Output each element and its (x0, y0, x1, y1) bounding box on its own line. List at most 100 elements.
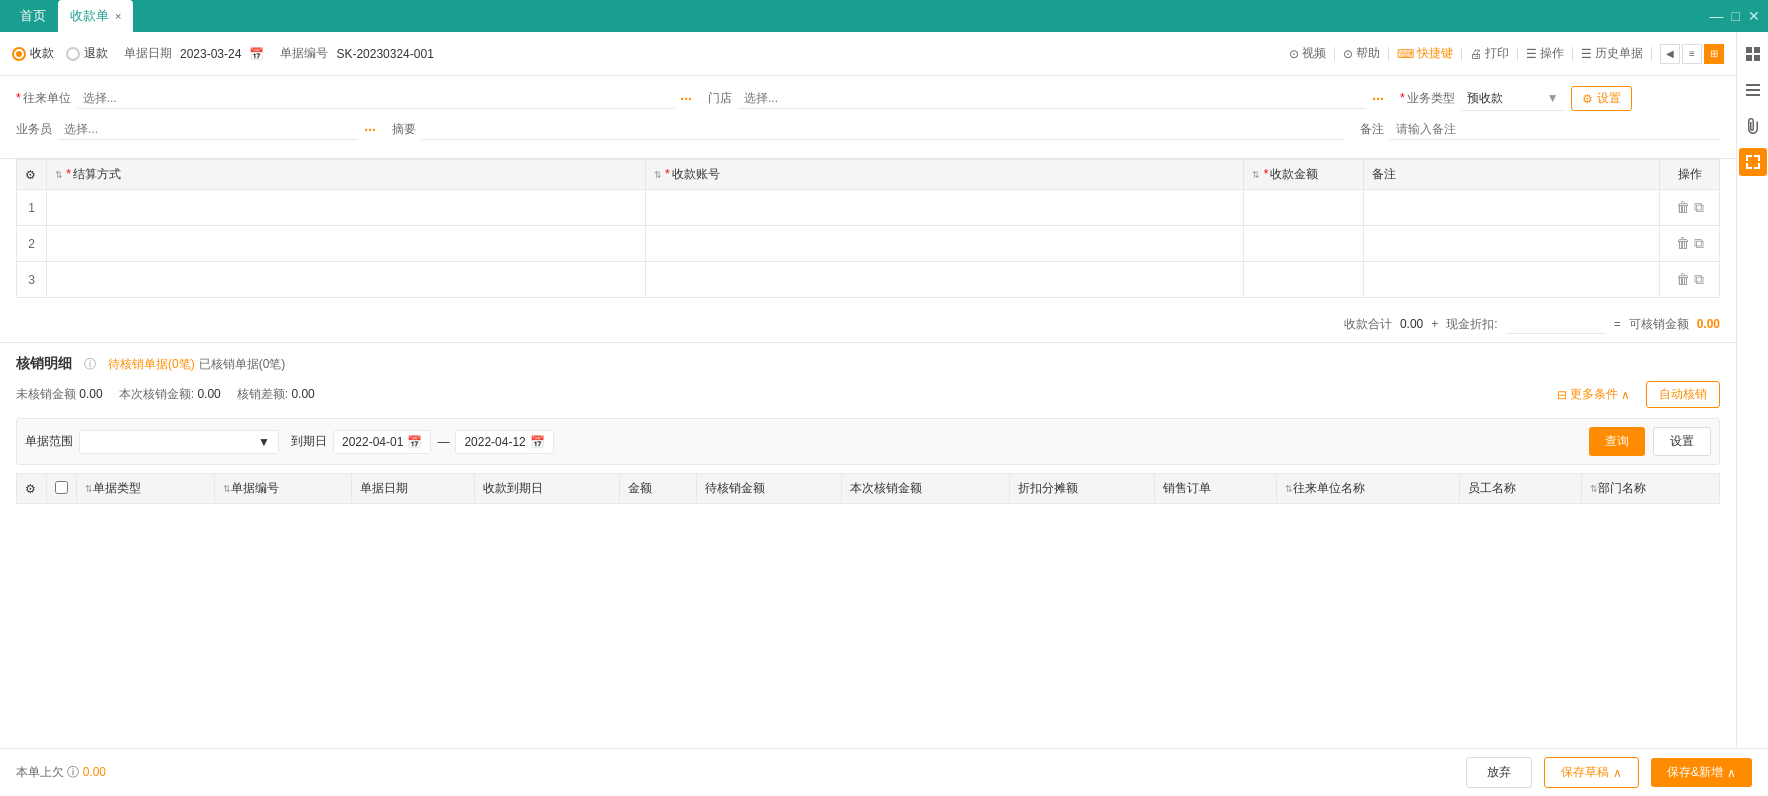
row-1-note[interactable] (1364, 190, 1660, 226)
sidebar-table-icon[interactable] (1739, 40, 1767, 68)
form-settings-button[interactable]: ⚙ 设置 (1571, 86, 1632, 111)
receipt-table: ⚙ ⇅ *结算方式 ⇅ *收款账号 ⇅ *收款金额 备注 操 (16, 159, 1720, 298)
info-icon[interactable]: ⓘ (84, 356, 96, 373)
row-2-amount[interactable] (1244, 226, 1364, 262)
section-title: 核销明细 (16, 355, 72, 373)
row-3-account[interactable] (645, 262, 1244, 298)
col-gear-bottom[interactable]: ⚙ (17, 474, 47, 504)
sidebar-list-icon[interactable] (1739, 76, 1767, 104)
date-to-input[interactable]: 2022-04-12 📅 (455, 430, 553, 454)
layout-prev-icon[interactable]: ◀ (1660, 44, 1680, 64)
row-2-note[interactable] (1364, 226, 1660, 262)
select-all-checkbox[interactable] (55, 481, 68, 494)
col-doc-date: 单据日期 (352, 474, 474, 504)
doc-range-select[interactable]: ▼ (79, 430, 279, 454)
row-2-settle[interactable] (47, 226, 646, 262)
divider6 (1651, 47, 1652, 61)
date-calendar-icon[interactable]: 📅 (249, 47, 264, 61)
row-3-delete-icon[interactable]: 🗑 (1676, 271, 1690, 288)
receipt-radio[interactable]: 收款 (12, 45, 54, 62)
auto-writeoff-button[interactable]: 自动核销 (1646, 381, 1720, 408)
tab-close-icon[interactable]: × (115, 10, 121, 22)
summary-input[interactable] (422, 119, 1344, 140)
close-button[interactable]: ✕ (1748, 8, 1760, 24)
cash-discount-input[interactable] (1506, 314, 1606, 334)
sidebar-attach-icon[interactable] (1739, 112, 1767, 140)
row-2-account[interactable] (645, 226, 1244, 262)
col-gear[interactable]: ⚙ (17, 160, 47, 190)
filter-settings-button[interactable]: 设置 (1653, 427, 1711, 456)
store-input[interactable] (738, 88, 1366, 109)
maximize-button[interactable]: □ (1732, 8, 1740, 24)
row-3-copy-icon[interactable]: ⧉ (1694, 271, 1704, 288)
due-date-field: 到期日 2022-04-01 📅 — 2022-04-12 📅 (291, 430, 554, 454)
partner-more-btn[interactable]: ··· (680, 91, 692, 107)
footer-info: 本单上欠 ⓘ 0.00 (16, 764, 106, 781)
save-new-button[interactable]: 保存&新增 ∧ (1651, 758, 1752, 787)
discard-button[interactable]: 放弃 (1466, 757, 1532, 788)
row-2-delete-icon[interactable]: 🗑 (1676, 235, 1690, 252)
bottom-table: ⚙ ⇅单据类型 ⇅单据编号 单据日期 (16, 473, 1720, 504)
history-action[interactable]: ☰ 历史单据 (1581, 45, 1643, 62)
staff-more-btn[interactable]: ··· (364, 122, 376, 138)
help-action[interactable]: ⊙ 帮助 (1343, 45, 1380, 62)
business-type-select[interactable]: 预收款 ▼ (1461, 87, 1565, 111)
col-account: ⇅ *收款账号 (645, 160, 1244, 190)
row-1-delete-icon[interactable]: 🗑 (1676, 199, 1690, 216)
filter-row: 单据范围 ▼ 到期日 2022-04-01 📅 — 2022-04-12 (16, 418, 1720, 465)
print-action[interactable]: 🖨 打印 (1470, 45, 1509, 62)
col-thistime-amount: 本次核销金额 (841, 474, 1009, 504)
col-settle: ⇅ *结算方式 (47, 160, 646, 190)
col-sales-order: 销售订单 (1154, 474, 1276, 504)
doc-date-field: 单据日期 2023-03-24 📅 (124, 45, 264, 62)
sidebar-expand-icon[interactable] (1739, 148, 1767, 176)
row-3-action: 🗑 ⧉ (1660, 262, 1720, 298)
store-field: 门店 ··· (708, 88, 1384, 109)
staff-field: 业务员 ··· (16, 119, 376, 140)
svg-rect-1 (1754, 47, 1760, 53)
table-row: 1 🗑 ⧉ (17, 190, 1720, 226)
operation-action[interactable]: ☰ 操作 (1526, 45, 1564, 62)
date-range: 2022-04-01 📅 — 2022-04-12 📅 (333, 430, 554, 454)
row-3-amount[interactable] (1244, 262, 1364, 298)
store-more-btn[interactable]: ··· (1372, 91, 1384, 107)
row-1-amount[interactable] (1244, 190, 1364, 226)
minimize-button[interactable]: — (1710, 8, 1724, 24)
row-1-account[interactable] (645, 190, 1244, 226)
tab-receipt[interactable]: 收款单 × (58, 0, 133, 32)
col-checkbox (47, 474, 77, 504)
row-3-settle[interactable] (47, 262, 646, 298)
total-label2: 现金折扣: (1446, 316, 1497, 333)
row-1-copy-icon[interactable]: ⧉ (1694, 199, 1704, 216)
video-action[interactable]: ⊙ 视频 (1289, 45, 1326, 62)
date-from-input[interactable]: 2022-04-01 📅 (333, 430, 431, 454)
partner-input[interactable] (77, 88, 675, 109)
row-2-copy-icon[interactable]: ⧉ (1694, 235, 1704, 252)
more-conditions-btn[interactable]: ⊟ 更多条件 ∧ (1557, 386, 1630, 403)
refund-radio[interactable]: 退款 (66, 45, 108, 62)
divider5 (1572, 47, 1573, 61)
total-val3: 0.00 (1697, 317, 1720, 331)
row-2-action: 🗑 ⧉ (1660, 226, 1720, 262)
svg-rect-2 (1746, 55, 1752, 61)
row-1-settle[interactable] (47, 190, 646, 226)
save-draft-button[interactable]: 保存草稿 ∧ (1544, 757, 1639, 788)
note-input[interactable] (1390, 119, 1720, 140)
col-action: 操作 (1660, 160, 1720, 190)
toolbar-actions: ⊙ 视频 ⊙ 帮助 ⌨ 快捷键 🖨 打印 ☰ 操作 (1289, 44, 1724, 64)
tab-done[interactable]: 已核销单据(0笔) (199, 356, 286, 373)
chevron-up-icon: ∧ (1727, 766, 1736, 780)
staff-input[interactable] (58, 119, 358, 140)
shortcut-action[interactable]: ⌨ 快捷键 (1397, 45, 1453, 62)
layout-list-icon[interactable]: ≡ (1682, 44, 1702, 64)
gear-icon: ⚙ (25, 168, 36, 182)
query-button[interactable]: 查询 (1589, 427, 1645, 456)
tab-pending[interactable]: 待核销单据(0笔) (108, 356, 195, 373)
tab-home[interactable]: 首页 (8, 0, 58, 32)
row-3-num: 3 (17, 262, 47, 298)
main-container: 收款 退款 单据日期 2023-03-24 📅 单据编号 SK-20230324… (0, 32, 1736, 796)
layout-grid-icon[interactable]: ⊞ (1704, 44, 1724, 64)
row-3-note[interactable] (1364, 262, 1660, 298)
col-staff-name: 员工名称 (1459, 474, 1581, 504)
total-label3: 可核销金额 (1629, 316, 1689, 333)
